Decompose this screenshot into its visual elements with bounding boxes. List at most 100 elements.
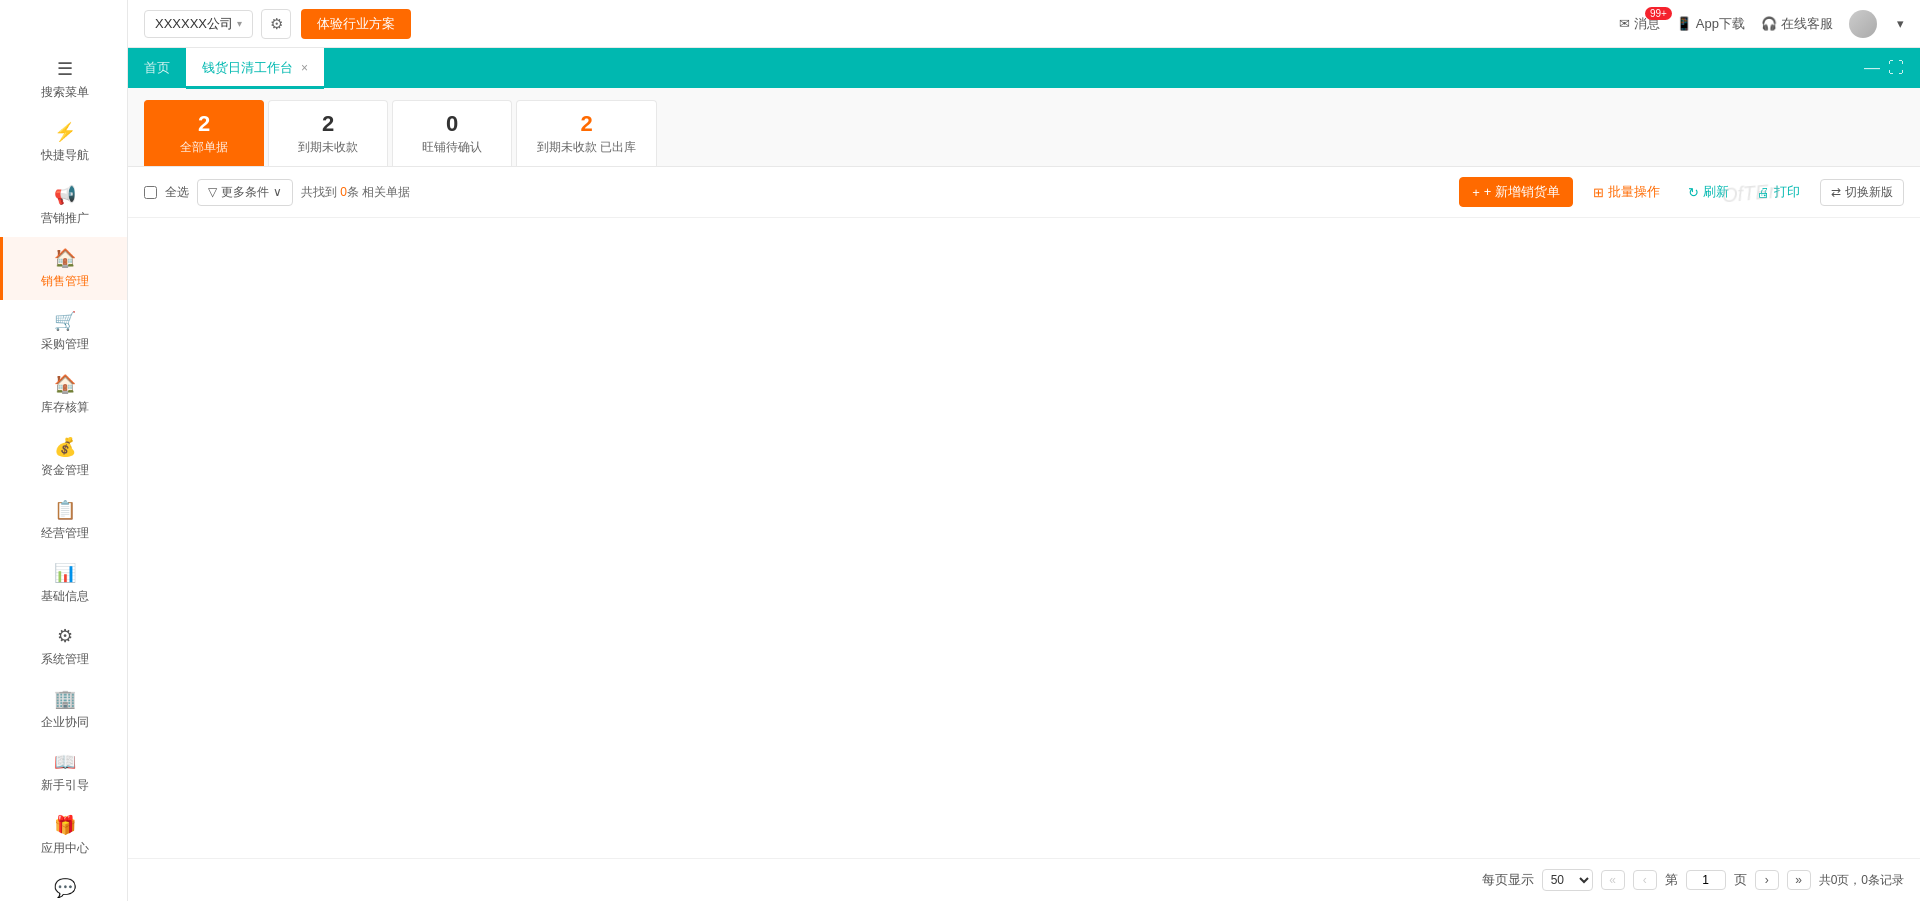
batch-operation-button[interactable]: ⊞ 批量操作 bbox=[1585, 179, 1668, 205]
refresh-button[interactable]: ↻ 刷新 bbox=[1680, 179, 1737, 205]
sidebar-item-finance[interactable]: 💰 资金管理 bbox=[0, 426, 127, 489]
finance-icon: 💰 bbox=[54, 436, 76, 458]
summary-tab-all[interactable]: 2 全部单据 bbox=[144, 100, 264, 166]
sidebar-label: 经营管理 bbox=[41, 525, 89, 542]
select-all-checkbox[interactable] bbox=[144, 186, 157, 199]
purchase-icon: 🛒 bbox=[54, 310, 76, 332]
search-menu-icon: ☰ bbox=[57, 58, 73, 80]
headset-icon: 🎧 bbox=[1761, 16, 1777, 31]
company-name: XXXXXX公司 bbox=[155, 15, 233, 33]
sidebar-item-enterprise[interactable]: 🏢 企业协同 bbox=[0, 678, 127, 741]
page-suffix: 页 bbox=[1734, 871, 1747, 889]
wechat-icon: 💬 bbox=[54, 877, 76, 899]
chevron-down-icon: ▾ bbox=[237, 18, 242, 29]
table-area bbox=[128, 218, 1920, 858]
last-page-button[interactable]: » bbox=[1787, 870, 1811, 890]
sidebar-item-search-menu[interactable]: ☰ 搜索菜单 bbox=[0, 48, 127, 111]
add-icon: + bbox=[1472, 185, 1480, 200]
sidebar-label: 基础信息 bbox=[41, 588, 89, 605]
prev-page-button[interactable]: ‹ bbox=[1633, 870, 1657, 890]
sidebar-label: 系统管理 bbox=[41, 651, 89, 668]
company-selector[interactable]: XXXXXX公司 ▾ bbox=[144, 10, 253, 38]
sidebar-item-marketing[interactable]: 📢 营销推广 bbox=[0, 174, 127, 237]
sidebar-label: 库存核算 bbox=[41, 399, 89, 416]
print-button[interactable]: 🖨 打印 bbox=[1749, 179, 1808, 205]
toolbar-right: + + 新增销货单 ⊞ 批量操作 ↻ 刷新 🖨 打印 ⇄ 切换新版 bbox=[1459, 177, 1904, 207]
tab-minimize-icon[interactable]: — bbox=[1864, 59, 1880, 77]
sidebar-item-inventory[interactable]: 🏠 库存核算 bbox=[0, 363, 127, 426]
sidebar-label: 营销推广 bbox=[41, 210, 89, 227]
online-service-label: 在线客服 bbox=[1781, 15, 1833, 33]
sidebar-item-quick-nav[interactable]: ⚡ 快捷导航 bbox=[0, 111, 127, 174]
summary-tab-overdue[interactable]: 2 到期未收款 bbox=[268, 100, 388, 166]
found-text: 共找到 0条 相关单据 bbox=[301, 184, 410, 201]
sidebar-label: 应用中心 bbox=[41, 840, 89, 857]
refresh-icon: ↻ bbox=[1688, 185, 1699, 200]
sidebar-label: 采购管理 bbox=[41, 336, 89, 353]
per-page-select[interactable]: 20 50 100 bbox=[1542, 869, 1593, 891]
sidebar-item-app-center[interactable]: 🎁 应用中心 bbox=[0, 804, 127, 867]
sidebar-label: 快捷导航 bbox=[41, 147, 89, 164]
tab-shipped-count: 2 bbox=[537, 111, 636, 137]
messages-button[interactable]: ✉ 消息 99+ bbox=[1619, 15, 1660, 33]
filter-button[interactable]: ▽ 更多条件 ∨ bbox=[197, 179, 293, 206]
enterprise-icon: 🏢 bbox=[54, 688, 76, 710]
sidebar-item-operations[interactable]: 📋 经营管理 bbox=[0, 489, 127, 552]
tab-work-bench[interactable]: 钱货日清工作台 × bbox=[186, 48, 324, 88]
user-name[interactable]: ▾ bbox=[1893, 16, 1904, 31]
summary-tab-pending[interactable]: 0 旺铺待确认 bbox=[392, 100, 512, 166]
settings-button[interactable]: ⚙ bbox=[261, 9, 291, 39]
refresh-label: 刷新 bbox=[1703, 183, 1729, 201]
tab-maximize-icon[interactable]: ⛶ bbox=[1888, 59, 1904, 77]
gear-icon: ⚙ bbox=[270, 15, 283, 33]
next-page-button[interactable]: › bbox=[1755, 870, 1779, 890]
chevron-user-icon: ▾ bbox=[1897, 16, 1904, 31]
online-service-button[interactable]: 🎧 在线客服 bbox=[1761, 15, 1833, 33]
filter-icon: ▽ bbox=[208, 185, 217, 199]
app-download-label: App下载 bbox=[1696, 15, 1745, 33]
switch-icon: ⇄ bbox=[1831, 185, 1841, 199]
toolbar-left: 全选 ▽ 更多条件 ∨ 共找到 0条 相关单据 bbox=[144, 179, 1451, 206]
summary-tabs: 2 全部单据 2 到期未收款 0 旺铺待确认 2 到期未收款 已出库 bbox=[128, 88, 1920, 167]
app-download-icon: 📱 bbox=[1676, 16, 1692, 31]
sidebar-item-sales[interactable]: 🏠 销售管理 bbox=[0, 237, 127, 300]
sidebar-item-system[interactable]: ⚙ 系统管理 bbox=[0, 615, 127, 678]
basic-info-icon: 📊 bbox=[54, 562, 76, 584]
topbar-right: ✉ 消息 99+ 📱 App下载 🎧 在线客服 ▾ bbox=[1619, 10, 1904, 38]
summary-tab-shipped[interactable]: 2 到期未收款 已出库 bbox=[516, 100, 657, 166]
page-input[interactable] bbox=[1686, 870, 1726, 890]
experience-button[interactable]: 体验行业方案 bbox=[301, 9, 411, 39]
add-sales-order-button[interactable]: + + 新增销货单 bbox=[1459, 177, 1573, 207]
sidebar-item-basic-info[interactable]: 📊 基础信息 bbox=[0, 552, 127, 615]
tab-overdue-label: 到期未收款 bbox=[289, 139, 367, 156]
tab-pending-count: 0 bbox=[413, 111, 491, 137]
sales-icon: 🏠 bbox=[54, 247, 76, 269]
tab-pending-label: 旺铺待确认 bbox=[413, 139, 491, 156]
sidebar-item-purchase[interactable]: 🛒 采购管理 bbox=[0, 300, 127, 363]
avatar[interactable] bbox=[1849, 10, 1877, 38]
tab-work-bench-label: 钱货日清工作台 bbox=[202, 59, 293, 77]
first-page-button[interactable]: « bbox=[1601, 870, 1625, 890]
tab-overdue-count: 2 bbox=[289, 111, 367, 137]
filter-label: 更多条件 bbox=[221, 184, 269, 201]
sidebar-item-guide[interactable]: 📖 新手引导 bbox=[0, 741, 127, 804]
app-download-button[interactable]: 📱 App下载 bbox=[1676, 15, 1745, 33]
avatar-image bbox=[1849, 10, 1877, 38]
filter-chevron-icon: ∨ bbox=[273, 185, 282, 199]
tab-home[interactable]: 首页 bbox=[128, 48, 186, 88]
per-page-label: 每页显示 bbox=[1482, 871, 1534, 889]
content-area: 2 全部单据 2 到期未收款 0 旺铺待确认 2 到期未收款 已出库 全选 bbox=[128, 88, 1920, 901]
tab-close-icon[interactable]: × bbox=[301, 61, 308, 75]
nav-tabs: 首页 钱货日清工作台 × — ⛶ bbox=[128, 48, 1920, 88]
total-text: 共0页，0条记录 bbox=[1819, 872, 1904, 889]
messages-badge: 99+ bbox=[1645, 7, 1672, 20]
batch-icon: ⊞ bbox=[1593, 185, 1604, 200]
app-center-icon: 🎁 bbox=[54, 814, 76, 836]
sidebar-label: 新手引导 bbox=[41, 777, 89, 794]
add-sales-order-label: + 新增销货单 bbox=[1484, 183, 1560, 201]
sidebar-item-wechat[interactable]: 💬 企业微信 bbox=[0, 867, 127, 901]
tab-shipped-label: 到期未收款 已出库 bbox=[537, 139, 636, 156]
sidebar-label: 企业协同 bbox=[41, 714, 89, 731]
select-all-label: 全选 bbox=[165, 184, 189, 201]
switch-new-version-button[interactable]: ⇄ 切换新版 bbox=[1820, 179, 1904, 206]
